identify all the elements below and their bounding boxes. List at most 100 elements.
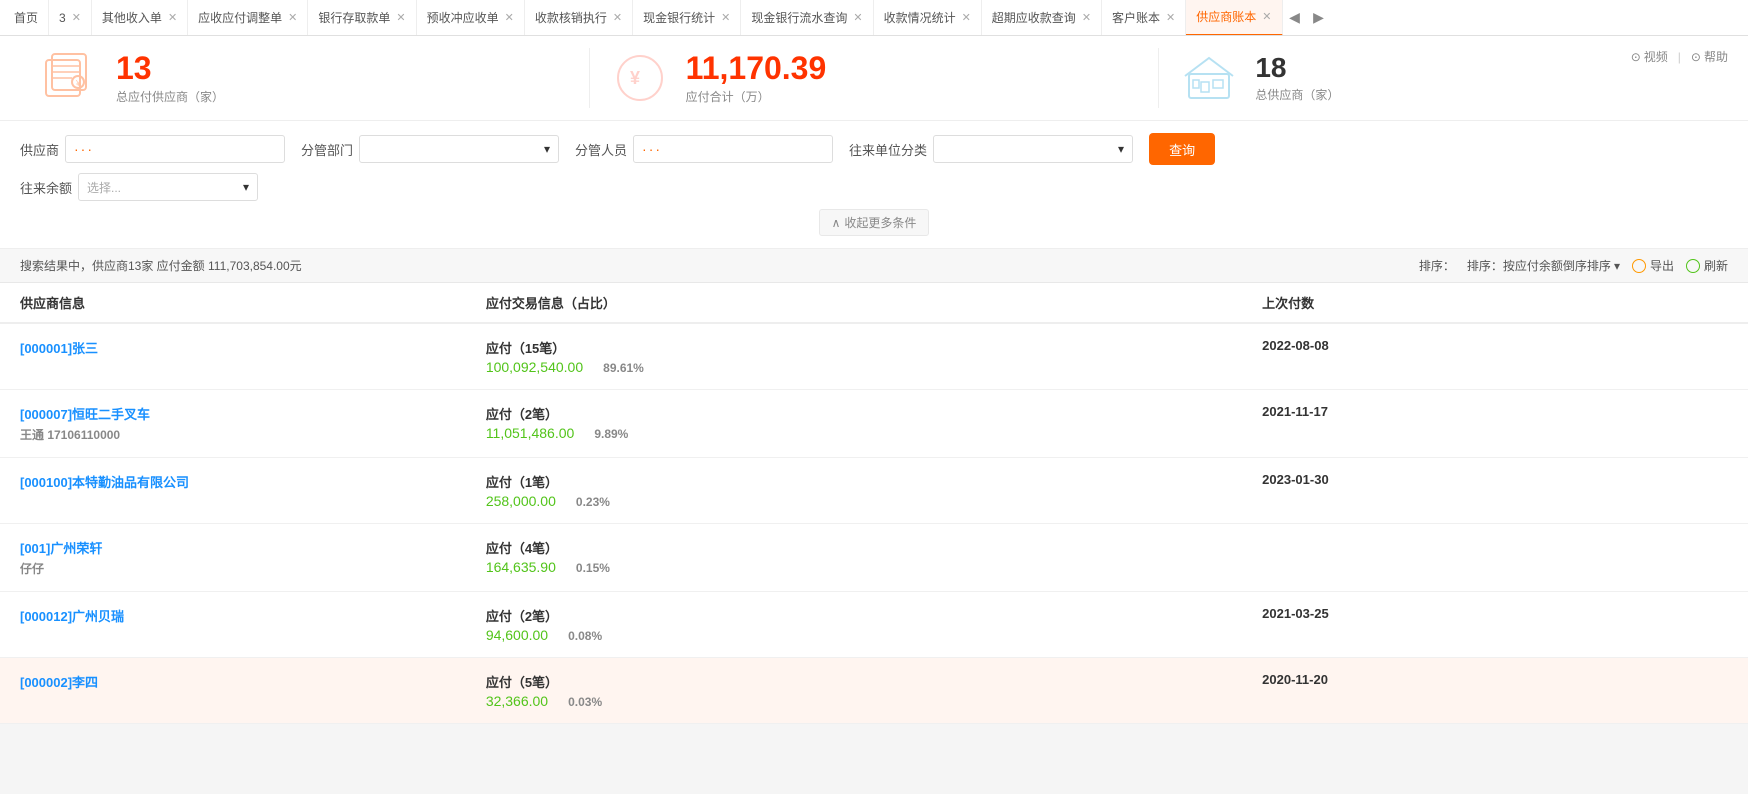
close-icon[interactable]: ✕ [288,11,297,24]
tab-collection-stats-label: 收款情况统计 [884,9,956,26]
close-icon[interactable]: ✕ [613,11,622,24]
tab-customer-ledger[interactable]: 客户账本 ✕ [1102,0,1186,36]
chevron-down-icon: ▾ [1118,142,1124,156]
help-icon: ⊙ [1691,50,1701,64]
tx-amount[interactable]: 94,600.00 [486,627,548,643]
chevron-down-icon: ▾ [544,142,550,156]
tab-collection-stats[interactable]: 收款情况统计 ✕ [874,0,982,36]
tab-supplier-ledger[interactable]: 供应商账本 ✕ [1186,0,1282,36]
tab-adjustment[interactable]: 应收应付调整单 ✕ [188,0,308,36]
supplier-input[interactable]: ··· [65,135,285,163]
supplier-sub-info: 仔仔 [20,560,486,577]
collapse-button[interactable]: ∧ 收起更多条件 [819,209,930,236]
tx-percent: 0.15% [576,561,610,575]
close-icon[interactable]: ✕ [72,11,81,24]
col-header-lastpay: 上次付数 [1262,293,1728,312]
dept-select[interactable]: ▾ [359,135,559,163]
video-label: 视频 [1644,48,1668,65]
query-button[interactable]: 查询 [1149,133,1215,165]
top-navigation: 首页 3 ✕ 其他收入单 ✕ 应收应付调整单 ✕ 银行存取款单 ✕ 预收冲应收单… [0,0,1748,36]
transaction-info-cell: 应付（2笔） 11,051,486.00 9.89% [486,404,1262,441]
transaction-info-cell: 应付（15笔） 100,092,540.00 89.61% [486,338,1262,375]
supplier-name-link[interactable]: [000001]张三 [20,341,98,356]
tab-bank-deposit-label: 银行存取款单 [318,9,390,26]
svg-text:¥: ¥ [75,79,81,88]
tab-overdue-query[interactable]: 超期应收款查询 ✕ [982,0,1102,36]
last-pay-cell: 2021-11-17 [1262,404,1728,419]
tx-amount[interactable]: 32,366.00 [486,693,548,709]
close-icon[interactable]: ✕ [396,11,405,24]
tx-amount[interactable]: 100,092,540.00 [486,359,583,375]
chevron-down-icon: ▾ [243,180,249,194]
filter-dept: 分管部门 ▾ [301,135,559,163]
tab-home[interactable]: 首页 [4,0,49,36]
payable-suppliers-label: 总应付供应商（家） [116,88,224,105]
refresh-button[interactable]: 刷新 [1686,257,1728,274]
supplier-name-link[interactable]: [000007]恒旺二手叉车 [20,407,150,422]
tab-collection[interactable]: 收款核销执行 ✕ [525,0,633,36]
tab-3[interactable]: 3 ✕ [49,0,92,36]
close-icon[interactable]: ✕ [168,11,177,24]
supplier-name-link[interactable]: [000012]广州贝瑞 [20,609,124,624]
table-row[interactable]: [000012]广州贝瑞 应付（2笔） 94,600.00 0.08% 2021… [0,592,1748,658]
tx-percent: 9.89% [594,427,628,441]
last-pay-cell: 2023-01-30 [1262,472,1728,487]
close-icon[interactable]: ✕ [962,11,971,24]
unit-class-filter-label: 往来单位分类 [849,140,927,159]
supplier-info-cell: [000012]广州贝瑞 [20,606,486,625]
filter-row-2: 往来余额 选择... ▾ [20,173,1728,201]
tab-home-label: 首页 [14,9,38,26]
tab-bank-deposit[interactable]: 银行存取款单 ✕ [308,0,416,36]
summary-card-total-amount: ¥ 11,170.39 应付合计（万） [589,48,1159,108]
table-row[interactable]: [000100]本特勤油品有限公司 应付（1笔） 258,000.00 0.23… [0,458,1748,524]
person-filter-label: 分管人员 [575,140,627,159]
tab-cash-bank-stats[interactable]: 现金银行统计 ✕ [633,0,741,36]
supplier-name-link[interactable]: [000002]李四 [20,675,98,690]
nav-arrow-left[interactable]: ◀ [1283,0,1307,36]
supplier-table: 供应商信息 应付交易信息（占比） 上次付数 [000001]张三 应付（15笔）… [0,283,1748,724]
tab-cash-flow[interactable]: 现金银行流水查询 ✕ [741,0,873,36]
close-icon[interactable]: ✕ [853,11,862,24]
tab-supplier-ledger-label: 供应商账本 [1196,8,1256,25]
balance-select-value: 选择... [87,179,121,196]
table-row[interactable]: [000001]张三 应付（15笔） 100,092,540.00 89.61%… [0,324,1748,390]
sort-button[interactable]: 排序：按应付余额倒序排序 ▾ [1467,257,1620,274]
tx-amount[interactable]: 258,000.00 [486,493,556,509]
export-button[interactable]: 导出 [1632,257,1674,274]
close-icon[interactable]: ✕ [1262,10,1271,23]
last-pay-cell: 2022-08-08 [1262,338,1728,353]
tab-prepay[interactable]: 预收冲应收单 ✕ [417,0,525,36]
result-summary-text: 搜索结果中，供应商13家 应付金额 111,703,854.00元 [20,257,302,274]
close-icon[interactable]: ✕ [1166,11,1175,24]
help-link[interactable]: ⊙ 帮助 [1691,48,1728,65]
nav-arrow-right[interactable]: ▶ [1307,0,1331,36]
last-pay-date: 2022-08-08 [1262,338,1329,353]
person-input[interactable]: ··· [633,135,833,163]
table-row[interactable]: [000002]李四 应付（5笔） 32,366.00 0.03% 2020-1… [0,658,1748,724]
last-pay-cell: 2021-03-25 [1262,606,1728,621]
tab-collection-label: 收款核销执行 [535,9,607,26]
supplier-name-link[interactable]: [000100]本特勤油品有限公司 [20,475,189,490]
tx-percent: 89.61% [603,361,644,375]
total-amount-number: 11,170.39 [686,52,827,84]
tx-amount[interactable]: 11,051,486.00 [486,425,575,441]
tx-amount[interactable]: 164,635.90 [486,559,556,575]
table-row[interactable]: [000007]恒旺二手叉车 王通 17106110000 应付（2笔） 11,… [0,390,1748,458]
unit-class-select[interactable]: ▾ [933,135,1133,163]
filter-area: 供应商 ··· 分管部门 ▾ 分管人员 ··· 往来单位分类 ▾ [0,121,1748,249]
table-row[interactable]: [001]广州荣轩 仔仔 应付（4笔） 164,635.90 0.15% [0,524,1748,592]
tab-cash-flow-label: 现金银行流水查询 [751,9,847,26]
tab-other-income[interactable]: 其他收入单 ✕ [92,0,188,36]
filter-balance: 往来余额 选择... ▾ [20,173,258,201]
balance-select[interactable]: 选择... ▾ [78,173,258,201]
close-icon[interactable]: ✕ [1082,11,1091,24]
summary-bar: ¥ 13 总应付供应商（家） ¥ 11,170.39 应付合计（万） [0,36,1748,121]
last-pay-cell: 2020-11-20 [1262,672,1728,687]
refresh-icon [1686,259,1700,273]
supplier-info-cell: [000100]本特勤油品有限公司 [20,472,486,491]
close-icon[interactable]: ✕ [505,11,514,24]
close-icon[interactable]: ✕ [721,11,730,24]
video-link[interactable]: ⊙ 视频 [1631,48,1668,65]
transaction-info-cell: 应付（1笔） 258,000.00 0.23% [486,472,1262,509]
supplier-name-link[interactable]: [001]广州荣轩 [20,541,102,556]
